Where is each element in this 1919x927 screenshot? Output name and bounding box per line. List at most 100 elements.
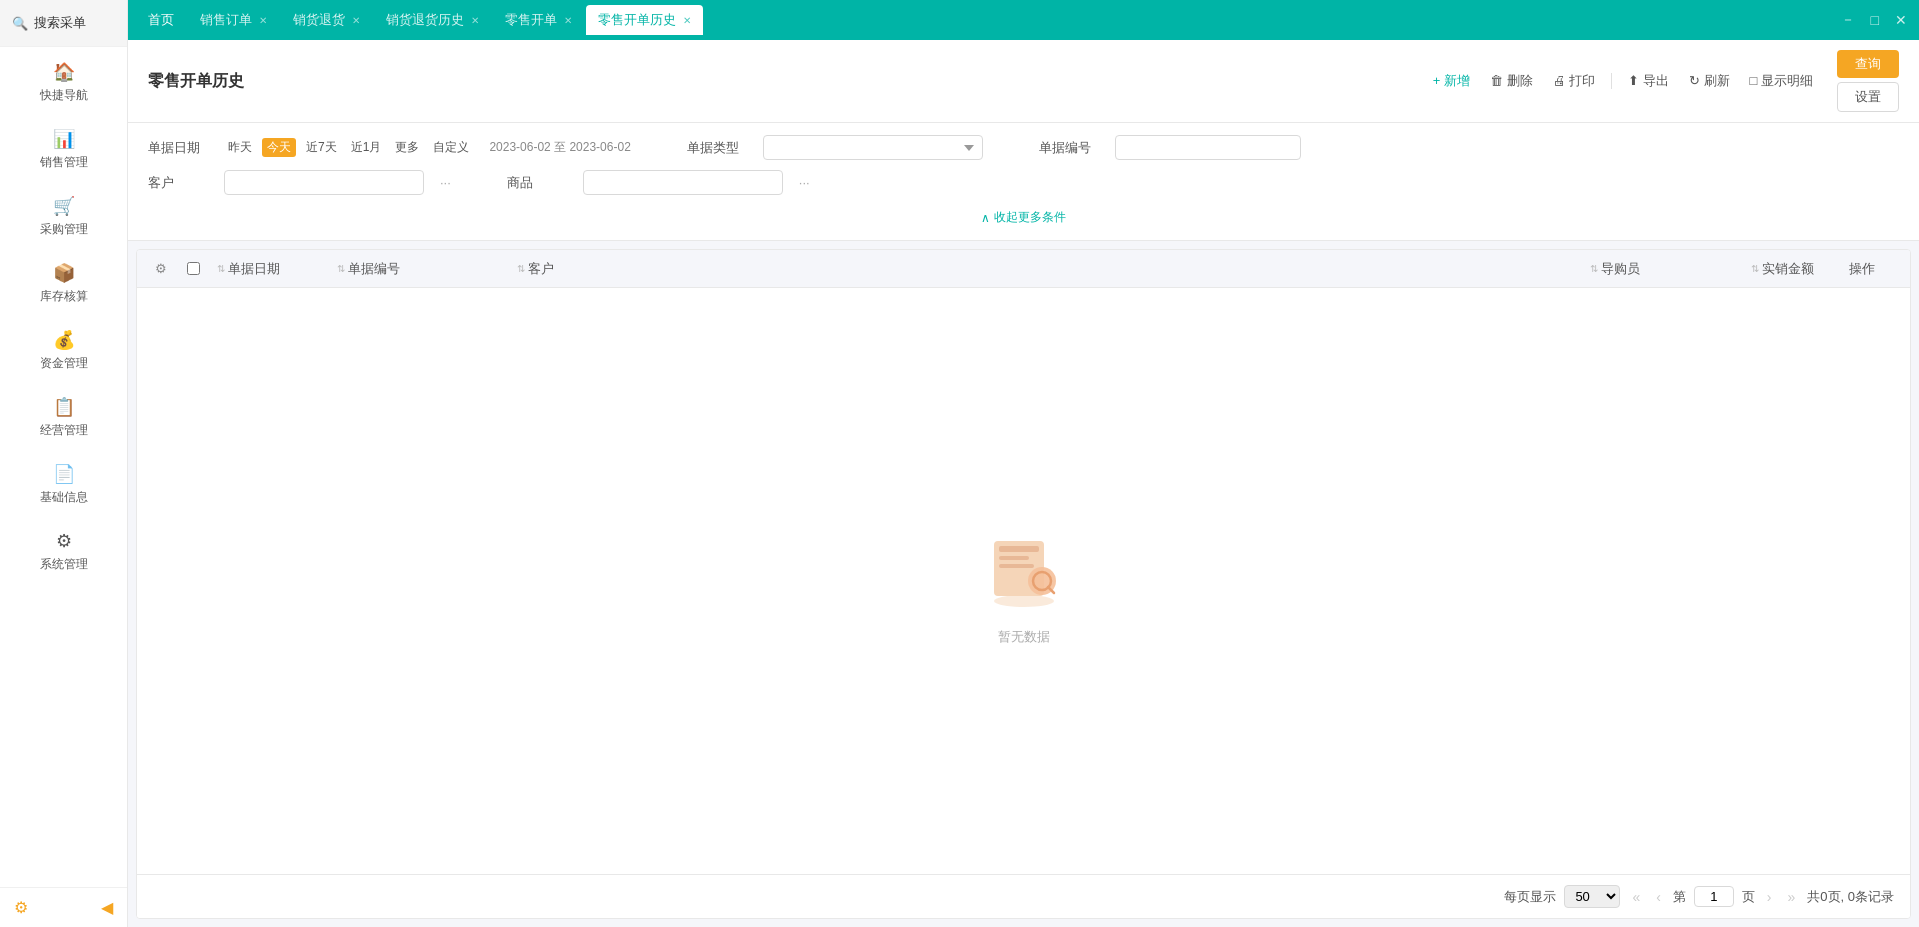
date-option-more[interactable]: 更多 xyxy=(391,138,423,157)
col-guide-label: 导购员 xyxy=(1601,260,1640,278)
sidebar-item-sales-mgmt[interactable]: 📊 销售管理 xyxy=(0,114,127,181)
page-title: 零售开单历史 xyxy=(148,71,244,92)
tab-close-icon[interactable]: ✕ xyxy=(683,15,691,26)
col-customer[interactable]: ⇅ 客户 xyxy=(509,260,1582,278)
pagination: 每页显示 50 10 20 100 « ‹ 第 页 › » 共0页, 0条记录 xyxy=(137,874,1910,918)
customer-dots[interactable]: ··· xyxy=(440,175,451,190)
chart-icon: 📊 xyxy=(53,128,75,150)
settings-icon[interactable]: ⚙ xyxy=(14,898,28,917)
settings-button[interactable]: 设置 xyxy=(1837,82,1899,112)
empty-state: 暂无数据 xyxy=(137,288,1910,874)
date-label: 单据日期 xyxy=(148,139,208,157)
home-icon: 🏠 xyxy=(53,61,75,83)
date-options: 昨天 今天 近7天 近1月 更多 自定义 xyxy=(224,138,473,157)
tab-sales-order[interactable]: 销售订单 ✕ xyxy=(188,5,279,35)
filter-row-1: 单据日期 昨天 今天 近7天 近1月 更多 自定义 2023-06-02 至 2… xyxy=(148,135,1899,160)
tab-home[interactable]: 首页 xyxy=(136,5,186,35)
collapse-up-icon: ∧ xyxy=(981,211,990,225)
tab-label: 零售开单 xyxy=(505,11,557,29)
tab-retail-open[interactable]: 零售开单 ✕ xyxy=(493,5,584,35)
sidebar-item-label: 经营管理 xyxy=(40,422,88,439)
table-area: ⚙ ⇅ 单据日期 ⇅ 单据编号 ⇅ 客户 ⇅ 导购员 xyxy=(136,249,1911,919)
print-button[interactable]: 🖨 打印 xyxy=(1549,70,1600,92)
tab-label: 销货退货历史 xyxy=(386,11,464,29)
maximize-button[interactable]: □ xyxy=(1867,10,1883,30)
col-guide[interactable]: ⇅ 导购员 xyxy=(1582,260,1702,278)
tab-close-icon[interactable]: ✕ xyxy=(564,15,572,26)
col-date-label: 单据日期 xyxy=(228,260,280,278)
display-detail-button[interactable]: □ 显示明细 xyxy=(1746,70,1817,92)
date-option-1month[interactable]: 近1月 xyxy=(347,138,386,157)
sidebar-bottom: ⚙ ◀ xyxy=(0,887,127,927)
page-total: 共0页, 0条记录 xyxy=(1807,888,1894,906)
close-button[interactable]: ✕ xyxy=(1891,10,1911,30)
sidebar-item-finance[interactable]: 💰 资金管理 xyxy=(0,315,127,382)
page-word: 第 xyxy=(1673,888,1686,906)
page-input[interactable] xyxy=(1694,886,1734,907)
col-amount[interactable]: ⇅ 实销金额 xyxy=(1702,260,1822,278)
per-page-select[interactable]: 50 10 20 100 xyxy=(1564,885,1620,908)
checkbox-all[interactable] xyxy=(187,262,200,275)
col-amount-label: 实销金额 xyxy=(1762,260,1814,278)
sidebar-item-purchase-mgmt[interactable]: 🛒 采购管理 xyxy=(0,181,127,248)
type-select[interactable] xyxy=(763,135,983,160)
date-option-today[interactable]: 今天 xyxy=(262,138,296,157)
main-area: 首页 销售订单 ✕ 销货退货 ✕ 销货退货历史 ✕ 零售开单 ✕ 零售开单历史 … xyxy=(128,0,1919,927)
tab-label: 销货退货 xyxy=(293,11,345,29)
collapse-icon[interactable]: ◀ xyxy=(101,898,113,917)
sidebar-item-label: 系统管理 xyxy=(40,556,88,573)
sort-icon: ⇅ xyxy=(1751,263,1759,274)
prev-page-button[interactable]: ‹ xyxy=(1652,887,1665,907)
date-option-7days[interactable]: 近7天 xyxy=(302,138,341,157)
col-customer-label: 客户 xyxy=(528,260,554,278)
first-page-button[interactable]: « xyxy=(1628,887,1644,907)
export-button[interactable]: ⬆ 导出 xyxy=(1624,70,1673,92)
date-option-custom[interactable]: 自定义 xyxy=(429,138,473,157)
col-num[interactable]: ⇅ 单据编号 xyxy=(329,260,509,278)
content-area: 零售开单历史 + 新增 🗑 删除 🖨 打印 ⬆ 导出 ↻ 刷新 □ 显示明细 查… xyxy=(128,40,1919,927)
doc-icon: 📄 xyxy=(53,463,75,485)
last-page-button[interactable]: » xyxy=(1784,887,1800,907)
sidebar-item-label: 采购管理 xyxy=(40,221,88,238)
delete-button[interactable]: 🗑 删除 xyxy=(1486,70,1537,92)
filter-row-2: 客户 ··· 商品 ··· xyxy=(148,170,1899,195)
tab-close-icon[interactable]: ✕ xyxy=(471,15,479,26)
type-label: 单据类型 xyxy=(687,139,747,157)
sidebar-item-label: 库存核算 xyxy=(40,288,88,305)
gear-icon: ⚙ xyxy=(56,530,72,552)
tab-close-icon[interactable]: ✕ xyxy=(259,15,267,26)
sidebar-item-system[interactable]: ⚙ 系统管理 xyxy=(0,516,127,583)
add-button[interactable]: + 新增 xyxy=(1429,70,1474,92)
col-date[interactable]: ⇅ 单据日期 xyxy=(209,260,329,278)
customer-input[interactable] xyxy=(224,170,424,195)
goods-label: 商品 xyxy=(507,174,567,192)
refresh-button[interactable]: ↻ 刷新 xyxy=(1685,70,1734,92)
collapse-bar[interactable]: ∧ 收起更多条件 xyxy=(148,205,1899,234)
query-button[interactable]: 查询 xyxy=(1837,50,1899,78)
goods-input[interactable] xyxy=(583,170,783,195)
date-option-yesterday[interactable]: 昨天 xyxy=(224,138,256,157)
collapse-label: 收起更多条件 xyxy=(994,209,1066,226)
column-settings-button[interactable]: ⚙ xyxy=(145,261,177,276)
money-icon: 💰 xyxy=(53,329,75,351)
sidebar-item-quick-nav[interactable]: 🏠 快捷导航 xyxy=(0,47,127,114)
sidebar-search[interactable]: 🔍 搜索采单 xyxy=(0,0,127,47)
tab-sales-return[interactable]: 销货退货 ✕ xyxy=(281,5,372,35)
page-suffix: 页 xyxy=(1742,888,1755,906)
next-page-button[interactable]: › xyxy=(1763,887,1776,907)
sort-icon: ⇅ xyxy=(1590,263,1598,274)
minimize-button[interactable]: － xyxy=(1837,9,1859,31)
tab-retail-history[interactable]: 零售开单历史 ✕ xyxy=(586,5,703,35)
sidebar-item-inventory[interactable]: 📦 库存核算 xyxy=(0,248,127,315)
goods-dots[interactable]: ··· xyxy=(799,175,810,190)
tab-sales-return-history[interactable]: 销货退货历史 ✕ xyxy=(374,5,491,35)
table-header: ⚙ ⇅ 单据日期 ⇅ 单据编号 ⇅ 客户 ⇅ 导购员 xyxy=(137,250,1910,288)
sidebar-item-basic-info[interactable]: 📄 基础信息 xyxy=(0,449,127,516)
select-all-checkbox[interactable] xyxy=(177,262,209,275)
sidebar-item-operations[interactable]: 📋 经营管理 xyxy=(0,382,127,449)
num-label: 单据编号 xyxy=(1039,139,1099,157)
col-action: 操作 xyxy=(1822,260,1902,278)
tab-label: 零售开单历史 xyxy=(598,11,676,29)
tab-close-icon[interactable]: ✕ xyxy=(352,15,360,26)
num-input[interactable] xyxy=(1115,135,1301,160)
